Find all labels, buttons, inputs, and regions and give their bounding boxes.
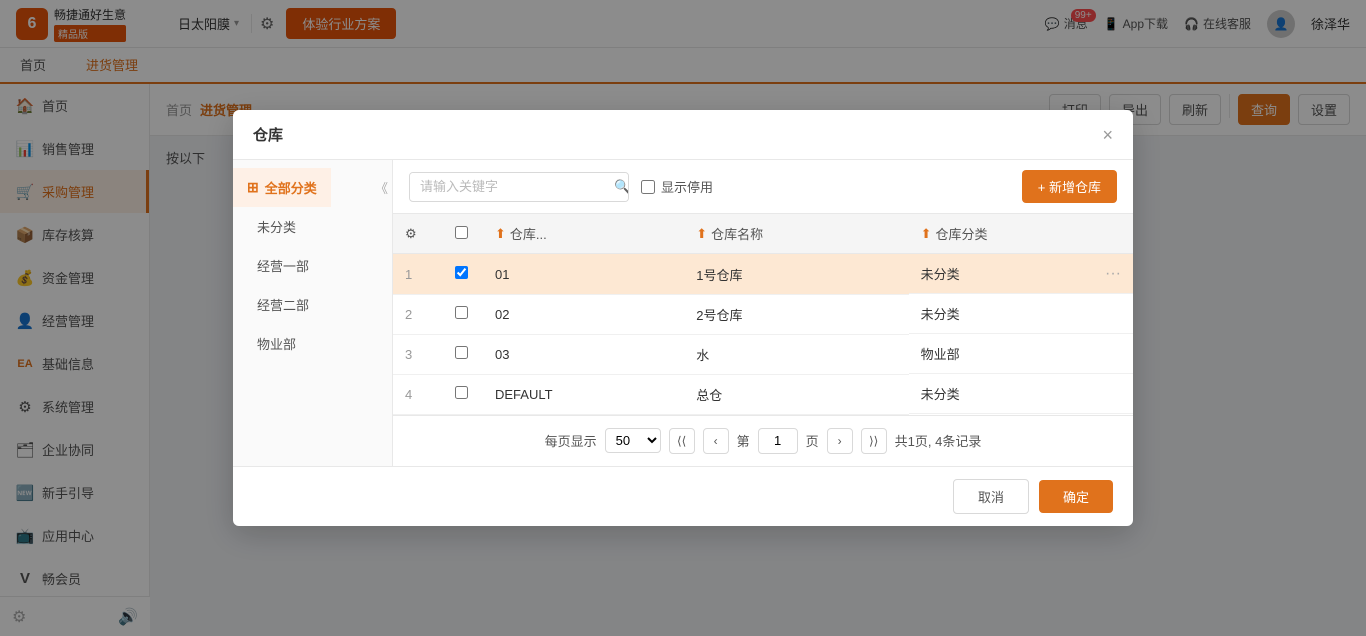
row-num: 3 xyxy=(393,334,443,374)
modal-sidebar-collapse-btn[interactable]: 《 xyxy=(371,174,392,201)
collapse-icon: 《 xyxy=(375,178,388,197)
modal-sidebar-all-category[interactable]: ⊞ 全部分类 xyxy=(233,168,331,207)
confirm-button[interactable]: 确定 xyxy=(1039,480,1113,513)
warehouse-table: ⚙ ⬆ 仓库... xyxy=(393,214,1133,415)
modal-title: 仓库 xyxy=(253,124,283,145)
row-name: 2号仓库 xyxy=(684,294,908,334)
prev-page-btn[interactable]: ‹ xyxy=(703,428,729,454)
table-row[interactable]: 3 03 水 物业部 xyxy=(393,334,1133,374)
row-name: 总仓 xyxy=(684,374,908,414)
modal-sidebar-property[interactable]: 物业部 xyxy=(233,324,392,363)
row-num: 2 xyxy=(393,294,443,334)
row-num: 4 xyxy=(393,374,443,414)
modal-main: 🔍 显示停用 + 新增仓库 ⚙ xyxy=(393,160,1133,466)
modal-close-button[interactable]: × xyxy=(1102,126,1113,144)
row-checkbox-cell xyxy=(443,254,483,295)
modal-sidebar-dept1[interactable]: 经营一部 xyxy=(233,246,392,285)
col-gear: ⚙ xyxy=(393,214,443,254)
modal-sidebar-header-label: 全部分类 xyxy=(265,178,317,197)
sort-icon-name: ⬆ xyxy=(696,226,707,242)
modal-sidebar-dept2[interactable]: 经营二部 xyxy=(233,285,392,324)
cancel-button[interactable]: 取消 xyxy=(953,479,1029,514)
row-code: 02 xyxy=(483,294,684,334)
add-warehouse-button[interactable]: + 新增仓库 xyxy=(1022,170,1117,203)
search-box: 🔍 xyxy=(409,172,629,202)
row-checkbox[interactable] xyxy=(455,386,468,399)
grid-icon: ⊞ xyxy=(247,179,259,196)
pagination: 每页显示 50 100 ⟨⟨ ‹ 第 页 › ⟩⟩ 共1页, 4条记录 xyxy=(393,415,1133,466)
next-page-btn[interactable]: › xyxy=(827,428,853,454)
search-icon: 🔍 xyxy=(614,179,629,194)
show-disabled-text: 显示停用 xyxy=(661,177,713,196)
modal-toolbar: 🔍 显示停用 + 新增仓库 xyxy=(393,160,1133,214)
modal-header: 仓库 × xyxy=(233,110,1133,160)
row-name: 1号仓库 xyxy=(684,254,908,295)
search-input[interactable] xyxy=(410,173,606,200)
table-row[interactable]: 1 01 1号仓库 未分类 ··· xyxy=(393,254,1133,295)
modal-footer: 取消 确定 xyxy=(233,466,1133,526)
page-number-input[interactable] xyxy=(758,428,798,454)
show-disabled-checkbox[interactable] xyxy=(641,180,655,194)
table-header-row: ⚙ ⬆ 仓库... xyxy=(393,214,1133,254)
row-checkbox[interactable] xyxy=(455,346,468,359)
row-code: 01 xyxy=(483,254,684,295)
row-name: 水 xyxy=(684,334,908,374)
row-category: 未分类 ··· xyxy=(909,254,1133,294)
table-row[interactable]: 2 02 2号仓库 未分类 xyxy=(393,294,1133,334)
page-size-label: 每页显示 xyxy=(545,431,597,450)
modal-overlay: 仓库 × ⊞ 全部分类 《 未分类 经营一部 经营二部 物业部 xyxy=(0,0,1366,636)
modal-sidebar: ⊞ 全部分类 《 未分类 经营一部 经营二部 物业部 xyxy=(233,160,393,466)
col-code: ⬆ 仓库... xyxy=(483,214,684,254)
row-num: 1 xyxy=(393,254,443,295)
page-suffix-label: 页 xyxy=(806,431,819,450)
select-all-checkbox[interactable] xyxy=(455,226,468,239)
col-category: ⬆ 仓库分类 xyxy=(909,214,1133,254)
page-size-select[interactable]: 50 100 xyxy=(605,428,661,453)
row-category: 未分类 xyxy=(909,294,1133,334)
sort-icon-code: ⬆ xyxy=(495,226,506,242)
row-checkbox-cell xyxy=(443,374,483,414)
sort-icon-category: ⬆ xyxy=(921,226,932,242)
row-checkbox[interactable] xyxy=(455,306,468,319)
row-checkbox-cell xyxy=(443,334,483,374)
modal-sidebar-uncategorized[interactable]: 未分类 xyxy=(233,207,392,246)
last-page-btn[interactable]: ⟩⟩ xyxy=(861,428,887,454)
warehouse-modal: 仓库 × ⊞ 全部分类 《 未分类 经营一部 经营二部 物业部 xyxy=(233,110,1133,526)
search-button[interactable]: 🔍 xyxy=(606,173,629,201)
col-name: ⬆ 仓库名称 xyxy=(684,214,908,254)
first-page-btn[interactable]: ⟨⟨ xyxy=(669,428,695,454)
row-checkbox-cell xyxy=(443,294,483,334)
row-category: 物业部 xyxy=(909,334,1133,374)
table-row[interactable]: 4 DEFAULT 总仓 未分类 xyxy=(393,374,1133,414)
show-disabled-label: 显示停用 xyxy=(641,177,713,196)
row-category: 未分类 xyxy=(909,374,1133,414)
row-code: DEFAULT xyxy=(483,374,684,414)
row-more-icon[interactable]: ··· xyxy=(1105,265,1121,283)
row-checkbox[interactable] xyxy=(455,266,468,279)
total-info: 共1页, 4条记录 xyxy=(895,431,982,450)
modal-body: ⊞ 全部分类 《 未分类 经营一部 经营二部 物业部 xyxy=(233,160,1133,466)
page-prefix-label: 第 xyxy=(737,431,750,450)
col-checkbox xyxy=(443,214,483,254)
gear-header-icon[interactable]: ⚙ xyxy=(405,226,417,241)
row-code: 03 xyxy=(483,334,684,374)
